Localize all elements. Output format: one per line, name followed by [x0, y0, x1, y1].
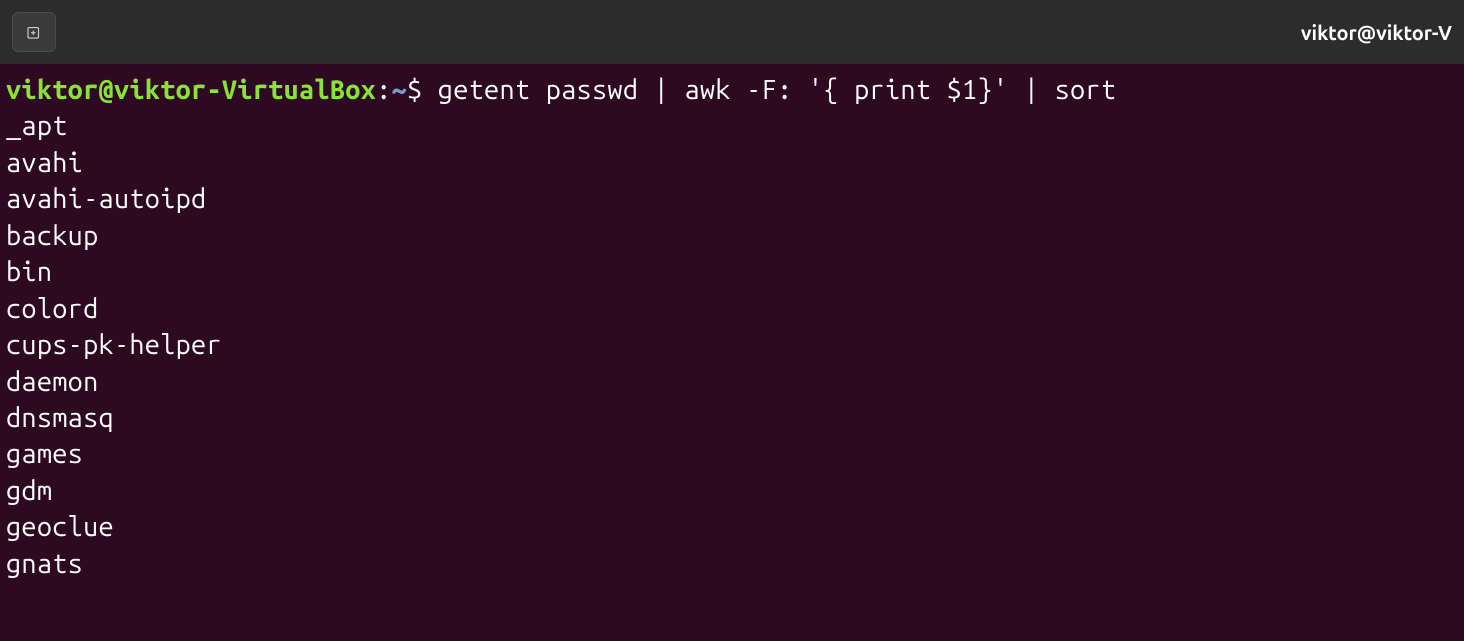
window-title: viktor@viktor-V	[1301, 21, 1452, 44]
output-line: backup	[6, 218, 1458, 254]
output-line: colord	[6, 291, 1458, 327]
terminal[interactable]: viktor@viktor-VirtualBox:~$ getent passw…	[0, 64, 1464, 641]
output-line: bin	[6, 254, 1458, 290]
output-line: avahi-autoipd	[6, 181, 1458, 217]
prompt-user-host: viktor@viktor-VirtualBox	[6, 75, 376, 105]
output-line: _apt	[6, 108, 1458, 144]
prompt-symbol: $	[407, 75, 422, 105]
command-text: getent passwd | awk -F: '{ print $1}' | …	[422, 75, 1116, 105]
prompt-separator: :	[376, 75, 391, 105]
prompt-line: viktor@viktor-VirtualBox:~$ getent passw…	[6, 72, 1458, 108]
new-tab-button[interactable]	[12, 12, 56, 52]
output-line: geoclue	[6, 509, 1458, 545]
output-line: gdm	[6, 473, 1458, 509]
prompt-path: ~	[392, 75, 407, 105]
output-line: dnsmasq	[6, 400, 1458, 436]
new-tab-icon	[25, 23, 43, 41]
titlebar: viktor@viktor-V	[0, 0, 1464, 64]
output-line: avahi	[6, 145, 1458, 181]
output-line: daemon	[6, 364, 1458, 400]
output-line: games	[6, 436, 1458, 472]
output-line: gnats	[6, 546, 1458, 582]
output-line: cups-pk-helper	[6, 327, 1458, 363]
